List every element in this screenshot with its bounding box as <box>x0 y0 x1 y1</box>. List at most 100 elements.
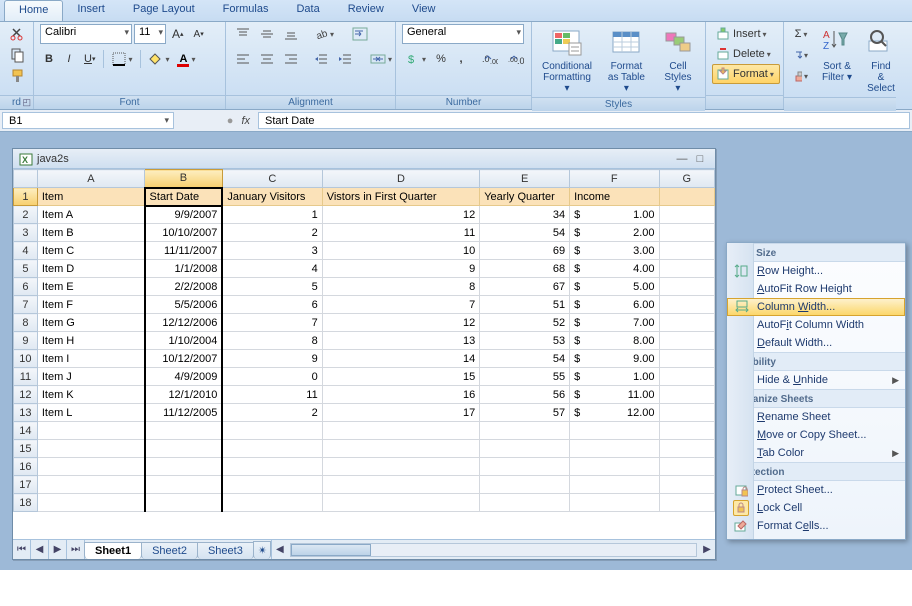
cell-A6[interactable]: Item E <box>37 278 144 296</box>
grow-font-button[interactable]: A▴ <box>168 24 188 44</box>
cell-D9[interactable]: 13 <box>322 332 480 350</box>
col-header-C[interactable]: C <box>222 170 322 188</box>
cell-A10[interactable]: Item I <box>37 350 144 368</box>
cell-F15[interactable] <box>570 440 659 458</box>
cell-B11[interactable]: 4/9/2009 <box>145 368 223 386</box>
cell-G16[interactable] <box>659 458 714 476</box>
find-select-button[interactable]: Find & Select <box>862 24 900 97</box>
cell-E3[interactable]: 54 <box>480 224 570 242</box>
cell-G3[interactable] <box>659 224 714 242</box>
font-color-button[interactable]: A <box>176 49 200 69</box>
format-painter-button[interactable] <box>6 66 30 86</box>
menu-hide-unhide[interactable]: Hide & UnhideHide & Unhide▶ <box>727 371 905 389</box>
menu-autofit-row[interactable]: AutoFit Row HeightAutoFit Row Height <box>727 280 905 298</box>
row-header-12[interactable]: 12 <box>14 386 38 404</box>
menu-row-height[interactable]: Row Row Height...Height... <box>727 262 905 280</box>
cell-F11[interactable]: $1.00 <box>570 368 659 386</box>
tab-formulas[interactable]: Formulas <box>209 0 283 21</box>
row-header-10[interactable]: 10 <box>14 350 38 368</box>
menu-tab-color[interactable]: Tab ColorTab Color▶ <box>727 444 905 462</box>
cell-E4[interactable]: 69 <box>480 242 570 260</box>
formula-input[interactable]: Start Date <box>258 112 910 129</box>
cell-D6[interactable]: 8 <box>322 278 480 296</box>
cell-G13[interactable] <box>659 404 714 422</box>
italic-button[interactable]: I <box>60 49 78 69</box>
cell-D11[interactable]: 15 <box>322 368 480 386</box>
row-header-9[interactable]: 9 <box>14 332 38 350</box>
cell-A4[interactable]: Item C <box>37 242 144 260</box>
orientation-button[interactable]: ab <box>310 24 338 44</box>
cell-A18[interactable] <box>37 494 144 512</box>
increase-decimal-button[interactable]: .0.00 <box>478 49 502 69</box>
copy-button[interactable] <box>6 45 30 65</box>
cell-F14[interactable] <box>570 422 659 440</box>
cell-B3[interactable]: 10/10/2007 <box>145 224 223 242</box>
cell-G9[interactable] <box>659 332 714 350</box>
cell-E13[interactable]: 57 <box>480 404 570 422</box>
cell-G8[interactable] <box>659 314 714 332</box>
sheet-nav-first[interactable]: ⏮ <box>13 540 31 559</box>
cell-E5[interactable]: 68 <box>480 260 570 278</box>
cell-E11[interactable]: 55 <box>480 368 570 386</box>
cell-D14[interactable] <box>322 422 480 440</box>
cell-F16[interactable] <box>570 458 659 476</box>
cell-A3[interactable]: Item B <box>37 224 144 242</box>
cell-B4[interactable]: 11/11/2007 <box>145 242 223 260</box>
cell-G2[interactable] <box>659 206 714 224</box>
cell-C13[interactable]: 2 <box>222 404 322 422</box>
insert-cells-button[interactable]: Insert <box>712 24 780 44</box>
cell-G10[interactable] <box>659 350 714 368</box>
cell-B15[interactable] <box>145 440 223 458</box>
cell-G7[interactable] <box>659 296 714 314</box>
minimize-button[interactable]: — <box>673 153 691 165</box>
cell-G5[interactable] <box>659 260 714 278</box>
comma-format-button[interactable]: , <box>452 49 470 69</box>
sheet-nav-prev[interactable]: ◀ <box>31 540 49 559</box>
decrease-decimal-button[interactable]: .00.0 <box>504 49 528 69</box>
cell-D7[interactable]: 7 <box>322 296 480 314</box>
cell-A1[interactable]: Item <box>37 188 144 206</box>
col-header-G[interactable]: G <box>659 170 714 188</box>
cell-D1[interactable]: Vistors in First Quarter <box>322 188 480 206</box>
menu-rename-sheet[interactable]: Rename SheetRename Sheet <box>727 408 905 426</box>
underline-button[interactable]: U▾ <box>80 49 99 69</box>
cell-F12[interactable]: $11.00 <box>570 386 659 404</box>
fill-color-button[interactable] <box>145 49 173 69</box>
col-header-B[interactable]: B <box>145 170 223 188</box>
cell-G4[interactable] <box>659 242 714 260</box>
row-header-8[interactable]: 8 <box>14 314 38 332</box>
row-header-6[interactable]: 6 <box>14 278 38 296</box>
cell-C3[interactable]: 2 <box>222 224 322 242</box>
cell-G14[interactable] <box>659 422 714 440</box>
cut-button[interactable] <box>6 24 30 44</box>
cell-B9[interactable]: 1/10/2004 <box>145 332 223 350</box>
cell-E8[interactable]: 52 <box>480 314 570 332</box>
cell-B5[interactable]: 1/1/2008 <box>145 260 223 278</box>
cell-A7[interactable]: Item F <box>37 296 144 314</box>
sheet-nav-last[interactable]: ⏭ <box>67 540 85 559</box>
cell-B13[interactable]: 11/12/2005 <box>145 404 223 422</box>
sheet-nav-next[interactable]: ▶ <box>49 540 67 559</box>
cell-E12[interactable]: 56 <box>480 386 570 404</box>
delete-cells-button[interactable]: Delete <box>712 44 780 64</box>
shrink-font-button[interactable]: A▾ <box>190 24 208 44</box>
fill-button[interactable] <box>790 45 812 65</box>
row-header-4[interactable]: 4 <box>14 242 38 260</box>
align-middle-button[interactable] <box>256 24 278 44</box>
row-header-14[interactable]: 14 <box>14 422 38 440</box>
align-right-button[interactable] <box>280 49 302 69</box>
cell-D8[interactable]: 12 <box>322 314 480 332</box>
accounting-format-button[interactable]: $ <box>402 49 430 69</box>
clipboard-dialog-icon[interactable]: ◰ <box>22 97 31 108</box>
cell-C8[interactable]: 7 <box>222 314 322 332</box>
cell-C16[interactable] <box>222 458 322 476</box>
number-format-select[interactable]: General <box>402 24 524 44</box>
col-header-E[interactable]: E <box>480 170 570 188</box>
horizontal-scrollbar[interactable]: ◀ ▶ <box>271 540 715 559</box>
col-header-D[interactable]: D <box>322 170 480 188</box>
cell-C17[interactable] <box>222 476 322 494</box>
cell-E17[interactable] <box>480 476 570 494</box>
cell-D5[interactable]: 9 <box>322 260 480 278</box>
increase-indent-button[interactable] <box>334 49 356 69</box>
sheet-tab-2[interactable]: Sheet2 <box>141 542 198 559</box>
